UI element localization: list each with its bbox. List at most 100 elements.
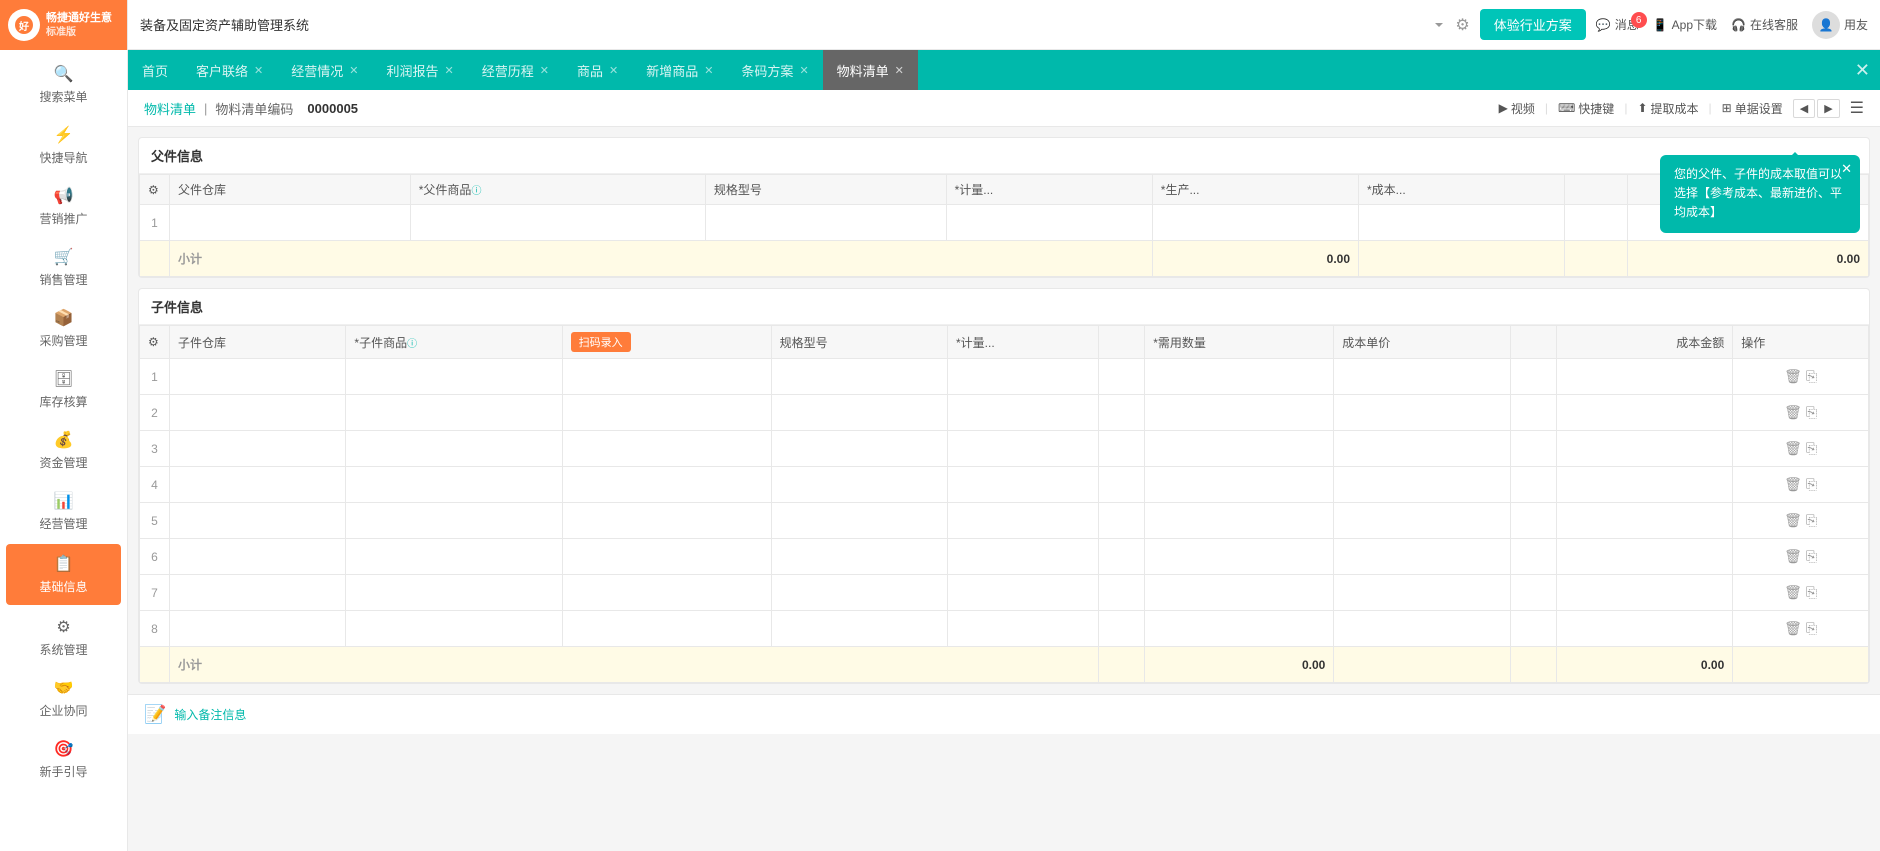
- tooltip-close-button[interactable]: ✕: [1841, 159, 1852, 180]
- child-product-cell[interactable]: [346, 431, 562, 467]
- required-qty-cell[interactable]: [1145, 503, 1334, 539]
- tab-close-icon[interactable]: ✕: [349, 64, 358, 77]
- required-qty-cell[interactable]: [1145, 359, 1334, 395]
- copy-icon[interactable]: ⎘: [1806, 548, 1817, 565]
- sidebar-item-quick-nav[interactable]: ⚡ 快捷导航: [0, 115, 127, 176]
- dropdown-icon[interactable]: [1433, 19, 1445, 31]
- child-warehouse-cell[interactable]: [170, 611, 346, 647]
- breadcrumb-parent[interactable]: 物料清单: [144, 99, 196, 118]
- spec-cell[interactable]: [705, 205, 946, 241]
- tab-close-icon[interactable]: ✕: [540, 64, 549, 77]
- tab-close-icon[interactable]: ✕: [799, 64, 808, 77]
- copy-icon[interactable]: ⎘: [1806, 368, 1817, 385]
- tab-barcode[interactable]: 条码方案 ✕: [727, 50, 822, 90]
- tab-business[interactable]: 经营情况 ✕: [277, 50, 372, 90]
- tab-close-icon[interactable]: ✕: [254, 64, 263, 77]
- copy-icon[interactable]: ⎘: [1806, 404, 1817, 421]
- tab-home[interactable]: 首页: [128, 50, 182, 90]
- message-button[interactable]: 💬 消息 6: [1596, 16, 1639, 33]
- delete-icon[interactable]: 🗑: [1784, 404, 1802, 421]
- sidebar-item-operations[interactable]: 📊 经营管理: [0, 481, 127, 542]
- child-product-cell[interactable]: [346, 539, 562, 575]
- required-qty-cell[interactable]: [1145, 395, 1334, 431]
- sidebar-item-basic-info[interactable]: 📋 基础信息: [6, 544, 121, 605]
- app-download-button[interactable]: 📱 App下载: [1653, 16, 1717, 33]
- child-warehouse-cell[interactable]: [170, 395, 346, 431]
- child-spec-cell[interactable]: [771, 539, 947, 575]
- next-record-button[interactable]: ▶: [1817, 99, 1839, 118]
- sidebar-item-guide[interactable]: 🎯 新手引导: [0, 729, 127, 790]
- child-warehouse-cell[interactable]: [170, 359, 346, 395]
- grid-view-icon[interactable]: ☰: [1850, 98, 1864, 118]
- child-spec-cell[interactable]: [771, 503, 947, 539]
- sidebar-item-purchase[interactable]: 📦 采购管理: [0, 298, 127, 359]
- delete-icon[interactable]: 🗑: [1784, 584, 1802, 601]
- copy-icon[interactable]: ⎘: [1806, 512, 1817, 529]
- tab-profit[interactable]: 利润报告 ✕: [372, 50, 467, 90]
- unit-cost-cell[interactable]: [1334, 431, 1510, 467]
- child-product-cell[interactable]: [346, 467, 562, 503]
- single-setting-button[interactable]: ⊞ 单据设置: [1722, 100, 1783, 117]
- tab-new-product[interactable]: 新增商品 ✕: [632, 50, 727, 90]
- tab-close-icon[interactable]: ✕: [609, 64, 618, 77]
- unit-cost-cell[interactable]: [1334, 359, 1510, 395]
- sidebar-item-system[interactable]: ⚙ 系统管理: [0, 607, 127, 668]
- video-button[interactable]: ▶ 视频: [1499, 100, 1535, 117]
- unit-cost-cell[interactable]: [1334, 539, 1510, 575]
- child-warehouse-cell[interactable]: [170, 431, 346, 467]
- child-product-cell[interactable]: [346, 359, 562, 395]
- sidebar-item-sales[interactable]: 🛒 销售管理: [0, 237, 127, 298]
- scan-input-button[interactable]: 扫码录入: [571, 332, 631, 352]
- child-product-cell[interactable]: [346, 575, 562, 611]
- child-spec-cell[interactable]: [771, 575, 947, 611]
- required-qty-cell[interactable]: [1145, 431, 1334, 467]
- sidebar-item-search[interactable]: 🔍 搜索菜单: [0, 54, 127, 115]
- child-unit-cell[interactable]: [948, 359, 1099, 395]
- sidebar-item-marketing[interactable]: 📢 营销推广: [0, 176, 127, 237]
- child-spec-cell[interactable]: [771, 395, 947, 431]
- child-spec-cell[interactable]: [771, 359, 947, 395]
- user-menu[interactable]: 👤 用友: [1812, 11, 1868, 39]
- parent-product-cell[interactable]: [410, 205, 705, 241]
- delete-icon[interactable]: 🗑: [1784, 440, 1802, 457]
- child-unit-cell[interactable]: [948, 431, 1099, 467]
- child-warehouse-cell[interactable]: [170, 539, 346, 575]
- delete-icon[interactable]: 🗑: [1784, 548, 1802, 565]
- tab-product[interactable]: 商品 ✕: [563, 50, 632, 90]
- cost-cell[interactable]: [1359, 205, 1565, 241]
- required-qty-cell[interactable]: [1145, 539, 1334, 575]
- shortcut-button[interactable]: ⌨ 快捷键: [1558, 100, 1614, 117]
- unit-cell[interactable]: [946, 205, 1152, 241]
- tab-close-icon[interactable]: ✕: [895, 64, 904, 77]
- delete-icon[interactable]: 🗑: [1784, 476, 1802, 493]
- child-unit-cell[interactable]: [948, 611, 1099, 647]
- settings-icon[interactable]: ⚙: [1455, 15, 1469, 35]
- delete-icon[interactable]: 🗑: [1784, 512, 1802, 529]
- copy-icon[interactable]: ⎘: [1806, 476, 1817, 493]
- child-unit-cell[interactable]: [948, 395, 1099, 431]
- child-unit-cell[interactable]: [948, 467, 1099, 503]
- child-product-cell[interactable]: [346, 395, 562, 431]
- tab-close-icon[interactable]: ✕: [445, 64, 454, 77]
- child-product-cell[interactable]: [346, 611, 562, 647]
- child-product-cell[interactable]: [346, 503, 562, 539]
- unit-cost-cell[interactable]: [1334, 611, 1510, 647]
- prev-record-button[interactable]: ◀: [1793, 99, 1815, 118]
- parent-warehouse-cell[interactable]: [170, 205, 411, 241]
- tab-bom[interactable]: 物料清单 ✕: [823, 50, 918, 90]
- extract-cost-button[interactable]: ⬆ 提取成本: [1637, 100, 1698, 117]
- child-warehouse-cell[interactable]: [170, 467, 346, 503]
- child-unit-cell[interactable]: [948, 503, 1099, 539]
- copy-icon[interactable]: ⎘: [1806, 440, 1817, 457]
- sidebar-item-finance[interactable]: 💰 资金管理: [0, 420, 127, 481]
- child-warehouse-cell[interactable]: [170, 503, 346, 539]
- sidebar-item-inventory[interactable]: 🗄 库存核算: [0, 359, 127, 420]
- child-unit-cell[interactable]: [948, 539, 1099, 575]
- delete-icon[interactable]: 🗑: [1784, 620, 1802, 637]
- tab-journey[interactable]: 经营历程 ✕: [468, 50, 563, 90]
- child-spec-cell[interactable]: [771, 611, 947, 647]
- col-settings[interactable]: ⚙: [140, 175, 170, 205]
- col-child-settings[interactable]: ⚙: [140, 326, 170, 359]
- tab-close-icon[interactable]: ✕: [704, 64, 713, 77]
- required-qty-cell[interactable]: [1145, 611, 1334, 647]
